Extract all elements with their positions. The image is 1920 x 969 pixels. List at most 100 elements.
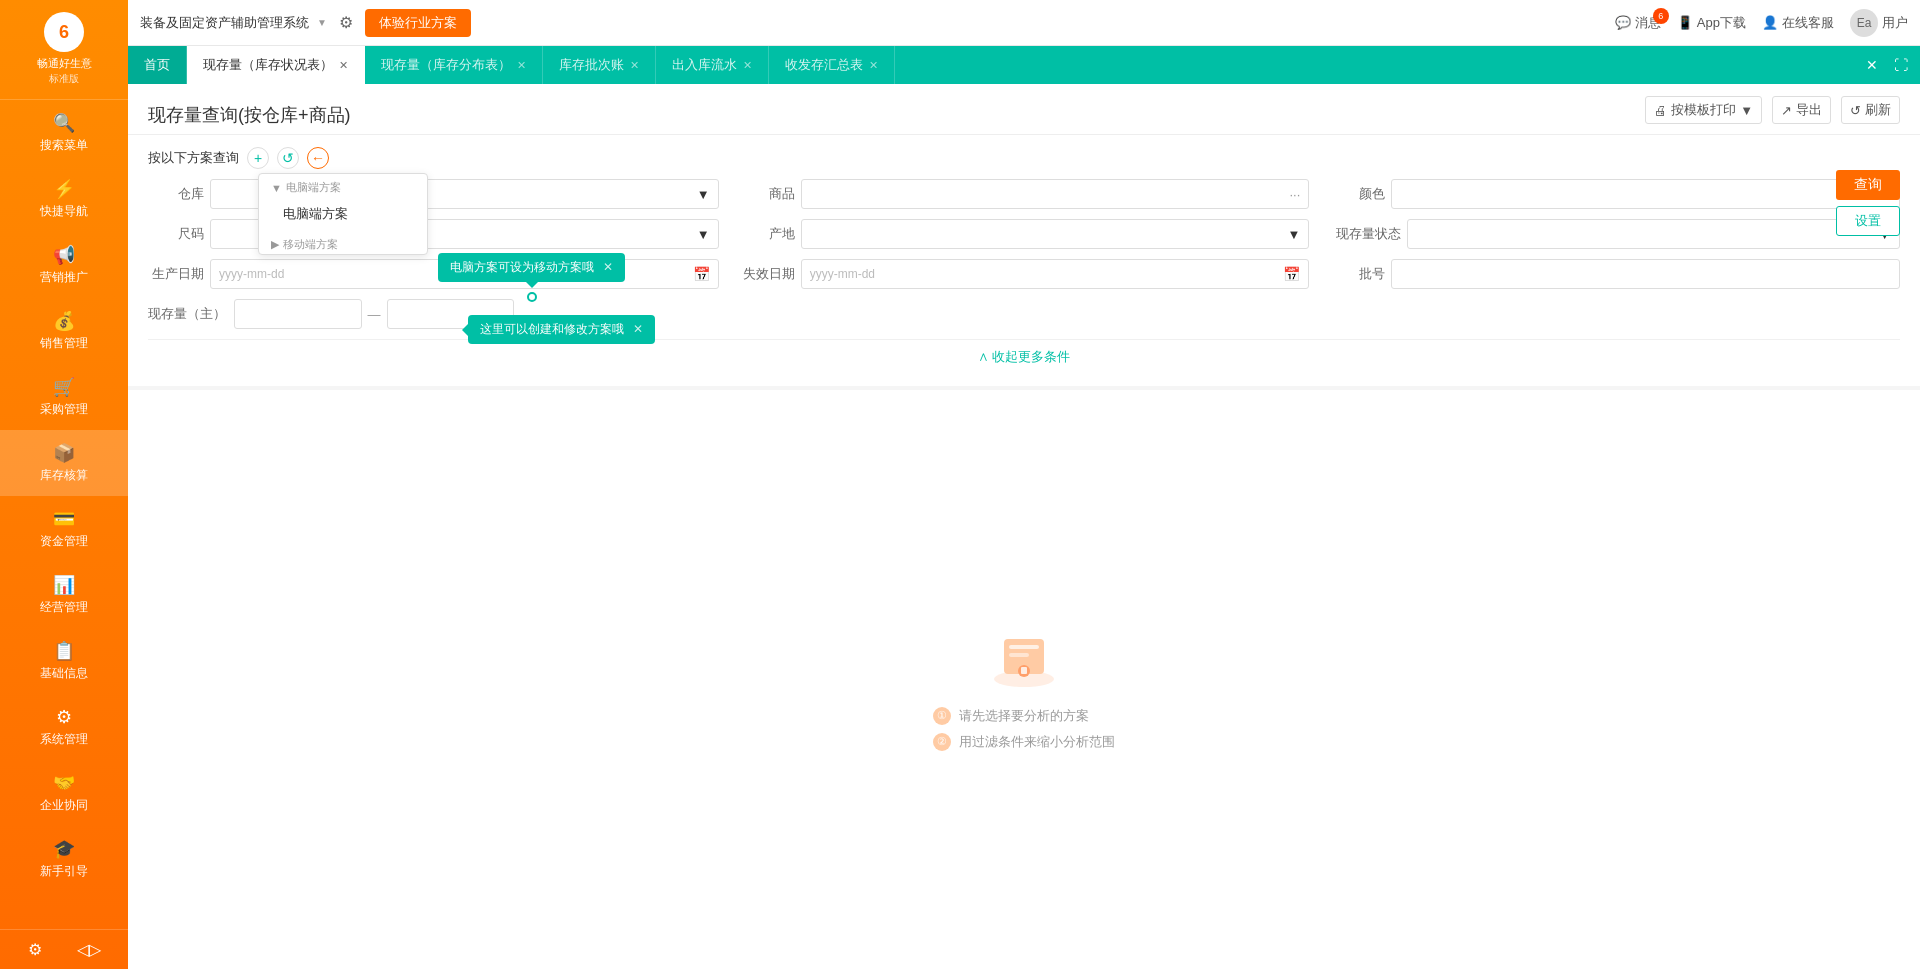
- sidebar-nav: 🔍 搜索菜单 ⚡ 快捷导航 📢 营销推广 💰 销售管理 🛒 采购管理 📦 库存核…: [0, 100, 128, 929]
- system-icon: ⚙: [56, 706, 72, 728]
- online-support-btn[interactable]: 👤 在线客服: [1762, 14, 1834, 32]
- refresh-btn[interactable]: ↺ 刷新: [1841, 96, 1900, 124]
- tab-inventory-status[interactable]: 现存量（库存状况表） ✕: [187, 46, 365, 84]
- filter-row-header: 按以下方案查询 + ↺ ←: [148, 147, 1900, 169]
- sidebar-item-quick-nav[interactable]: ⚡ 快捷导航: [0, 166, 128, 232]
- sidebar-item-search[interactable]: 🔍 搜索菜单: [0, 100, 128, 166]
- sidebar-item-inventory[interactable]: 📦 库存核算: [0, 430, 128, 496]
- origin-select[interactable]: ▼: [801, 219, 1310, 249]
- filter-stock-status: 现存量状态 ▼: [1329, 219, 1900, 249]
- tab-batch-account-close[interactable]: ✕: [630, 59, 639, 72]
- purchase-icon: 🛒: [53, 376, 75, 398]
- system-dropdown-arrow[interactable]: ▼: [317, 17, 327, 28]
- filter-row-3: 生产日期 yyyy-mm-dd 📅 失效日期 yyyy-mm-dd: [148, 259, 1900, 289]
- refresh-scheme-btn[interactable]: ↺: [277, 147, 299, 169]
- color-select[interactable]: ▼: [1391, 179, 1900, 209]
- search-btn-group: 查询 设置: [1836, 170, 1900, 236]
- tab-collect-summary-close[interactable]: ✕: [869, 59, 878, 72]
- sidebar-item-sales[interactable]: 💰 销售管理: [0, 298, 128, 364]
- filter-production-date: 生产日期 yyyy-mm-dd 📅: [148, 259, 719, 289]
- collapse-bar[interactable]: ∧ 收起更多条件: [148, 339, 1900, 374]
- tab-inventory-dist-close[interactable]: ✕: [517, 59, 526, 72]
- hint-text-2: 用过滤条件来缩小分析范围: [959, 733, 1115, 751]
- tab-inout-flow[interactable]: 出入库流水 ✕: [656, 46, 769, 84]
- logo-icon: 6: [44, 12, 84, 52]
- expiry-date-start[interactable]: yyyy-mm-dd 📅: [801, 259, 1310, 289]
- hint-num-1: ①: [933, 707, 951, 725]
- user-btn[interactable]: Ea 用户: [1850, 9, 1908, 37]
- collapse-arrow: ∧: [978, 349, 989, 364]
- inventory-icon: 📦: [53, 442, 75, 464]
- flash-icon: ⚡: [53, 178, 75, 200]
- production-date-start-calendar[interactable]: 📅: [693, 266, 710, 282]
- close-all-tabs-btn[interactable]: ✕: [1862, 53, 1882, 77]
- tab-inventory-dist[interactable]: 现存量（库存分布表） ✕: [365, 46, 543, 84]
- expiry-date-start-calendar[interactable]: 📅: [1283, 266, 1300, 282]
- tab-home[interactable]: 首页: [128, 46, 187, 84]
- trial-btn[interactable]: 体验行业方案: [365, 9, 471, 37]
- collapse-label: 收起更多条件: [992, 349, 1070, 364]
- svg-rect-2: [1009, 645, 1039, 649]
- batch-input[interactable]: [1391, 259, 1900, 289]
- sidebar-item-marketing[interactable]: 📢 营销推广: [0, 232, 128, 298]
- sidebar-item-system[interactable]: ⚙ 系统管理: [0, 694, 128, 760]
- tabbar-actions: ✕ ⛶: [1862, 53, 1920, 77]
- sidebar-item-system-label: 系统管理: [40, 731, 88, 748]
- tab-home-label: 首页: [144, 56, 170, 74]
- sidebar-item-marketing-label: 营销推广: [40, 269, 88, 286]
- add-scheme-btn[interactable]: +: [247, 147, 269, 169]
- sidebar-item-purchase[interactable]: 🛒 采购管理: [0, 364, 128, 430]
- sidebar-item-finance[interactable]: 💳 资金管理: [0, 496, 128, 562]
- page-header: 现存量查询(按仓库+商品) 🖨 按模板打印 ▼ ↗ 导出 ↺ 刷新: [128, 84, 1920, 135]
- topbar: 装备及固定资产辅助管理系统 ▼ ⚙ 体验行业方案 💬 消息 6 📱 App下载 …: [128, 0, 1920, 46]
- mobile-icon: 📱: [1677, 15, 1693, 30]
- tab-inout-flow-close[interactable]: ✕: [743, 59, 752, 72]
- filter-color: 颜色 ▼: [1329, 179, 1900, 209]
- tab-batch-account-label: 库存批次账: [559, 56, 624, 74]
- print-dropdown-arrow: ▼: [1740, 103, 1753, 118]
- export-btn[interactable]: ↗ 导出: [1772, 96, 1831, 124]
- sidebar-item-basics[interactable]: 📋 基础信息: [0, 628, 128, 694]
- sidebar-item-guide[interactable]: 🎓 新手引导: [0, 826, 128, 892]
- tooltip-create-close[interactable]: ✕: [633, 322, 643, 336]
- online-support-label: 在线客服: [1782, 14, 1834, 32]
- scheme-desktop-item[interactable]: 电脑端方案: [259, 197, 427, 231]
- batch-label: 批号: [1329, 265, 1385, 283]
- scheme-item-label: 电脑端方案: [283, 205, 348, 223]
- stock-qty-min[interactable]: [234, 299, 362, 329]
- search-btn[interactable]: 查询: [1836, 170, 1900, 200]
- filter-section: 按以下方案查询 + ↺ ← ▼ 电脑端方案 电脑端方案 ▶ 移动端方案: [128, 135, 1920, 386]
- tab-collect-summary[interactable]: 收发存汇总表 ✕: [769, 46, 895, 84]
- fullscreen-btn[interactable]: ⛶: [1890, 53, 1912, 77]
- print-btn[interactable]: 🖨 按模板打印 ▼: [1645, 96, 1762, 124]
- goods-select[interactable]: ···: [801, 179, 1310, 209]
- tooltip-scheme-close[interactable]: ✕: [603, 260, 613, 274]
- reset-btn[interactable]: 设置: [1836, 206, 1900, 236]
- sidebar-item-enterprise[interactable]: 🤝 企业协同: [0, 760, 128, 826]
- back-scheme-btn[interactable]: ←: [307, 147, 329, 169]
- collapse-sidebar-btn[interactable]: ◁▷: [77, 940, 101, 959]
- scheme-desktop-label: 电脑端方案: [286, 180, 341, 195]
- stock-status-select[interactable]: ▼: [1407, 219, 1900, 249]
- sidebar-item-operations[interactable]: 📊 经营管理: [0, 562, 128, 628]
- scheme-mobile-label: 移动端方案: [283, 237, 338, 252]
- tabbar: 首页 现存量（库存状况表） ✕ 现存量（库存分布表） ✕ 库存批次账 ✕ 出入库…: [128, 46, 1920, 84]
- sidebar-item-inventory-label: 库存核算: [40, 467, 88, 484]
- logo-text: 畅通好生意 标准版: [37, 56, 92, 87]
- message-badge: 6: [1653, 8, 1669, 24]
- hint-num-2: ②: [933, 733, 951, 751]
- message-icon: 💬: [1615, 15, 1631, 30]
- messages-btn[interactable]: 💬 消息 6: [1615, 14, 1661, 32]
- tab-batch-account[interactable]: 库存批次账 ✕: [543, 46, 656, 84]
- tab-inventory-status-close[interactable]: ✕: [339, 59, 348, 72]
- settings-icon[interactable]: ⚙: [28, 940, 42, 959]
- goods-label: 商品: [739, 185, 795, 203]
- svg-rect-5: [1021, 667, 1027, 674]
- empty-text: ① 请先选择要分析的方案 ② 用过滤条件来缩小分析范围: [933, 707, 1115, 751]
- sales-icon: 💰: [53, 310, 75, 332]
- basics-icon: 📋: [53, 640, 75, 662]
- export-icon: ↗: [1781, 103, 1792, 118]
- sidebar-item-finance-label: 资金管理: [40, 533, 88, 550]
- app-download-btn[interactable]: 📱 App下载: [1677, 14, 1746, 32]
- topbar-settings-icon[interactable]: ⚙: [339, 13, 353, 32]
